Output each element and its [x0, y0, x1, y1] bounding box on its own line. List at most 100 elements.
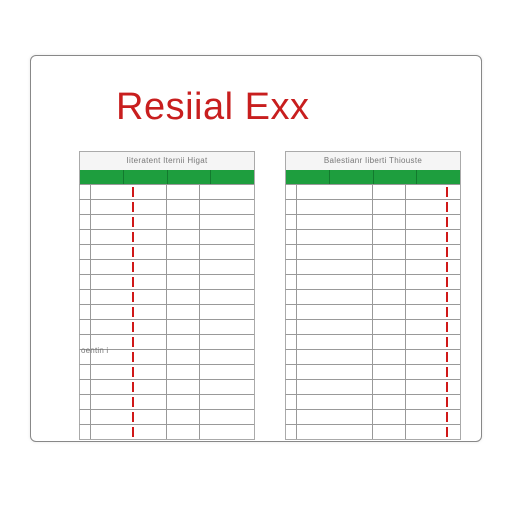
right-sheet: Balestianr Iiberti Thiouste	[285, 151, 461, 440]
row-index	[80, 275, 91, 289]
row-index	[80, 230, 91, 244]
right-rows-container	[285, 184, 460, 439]
cell	[167, 200, 200, 214]
table-row	[285, 214, 460, 229]
green-cell	[211, 170, 254, 184]
cell	[373, 185, 406, 199]
table-row	[285, 199, 460, 214]
row-index	[286, 395, 297, 409]
cell	[373, 425, 406, 439]
cell	[406, 410, 460, 424]
table-row	[285, 184, 460, 199]
row-index	[286, 425, 297, 439]
cell	[297, 215, 373, 229]
cell	[406, 230, 460, 244]
table-row	[79, 424, 254, 439]
red-marker	[446, 352, 448, 362]
row-index	[286, 350, 297, 364]
cell	[406, 185, 460, 199]
red-marker	[132, 262, 134, 272]
red-marker	[446, 367, 448, 377]
cell	[91, 305, 167, 319]
red-marker	[446, 247, 448, 257]
row-index	[286, 410, 297, 424]
green-cell	[124, 170, 168, 184]
red-marker	[132, 367, 134, 377]
cell	[406, 290, 460, 304]
cell	[373, 335, 406, 349]
red-marker	[132, 397, 134, 407]
red-marker	[132, 292, 134, 302]
table-row	[285, 319, 460, 334]
left-sheet-header: Iiteratent Iternii Higat	[79, 151, 254, 170]
row-index	[80, 395, 91, 409]
table-row	[79, 409, 254, 424]
red-marker	[446, 322, 448, 332]
row-index	[286, 275, 297, 289]
cell	[297, 245, 373, 259]
cell	[200, 395, 254, 409]
cell	[297, 395, 373, 409]
left-rows-container	[79, 184, 254, 439]
cell	[406, 245, 460, 259]
row-index	[80, 200, 91, 214]
red-marker	[446, 397, 448, 407]
red-marker	[132, 382, 134, 392]
cell	[297, 275, 373, 289]
cell	[297, 350, 373, 364]
row-index	[286, 245, 297, 259]
cell	[373, 215, 406, 229]
cell	[200, 245, 254, 259]
red-marker	[446, 277, 448, 287]
cell	[373, 200, 406, 214]
row-index	[80, 215, 91, 229]
table-row	[79, 199, 254, 214]
cell	[167, 305, 200, 319]
cell	[91, 260, 167, 274]
table-row	[285, 304, 460, 319]
table-row	[79, 364, 254, 379]
table-row	[285, 379, 460, 394]
cell	[373, 350, 406, 364]
cell	[167, 215, 200, 229]
cell	[297, 290, 373, 304]
red-marker	[132, 187, 134, 197]
cell	[373, 275, 406, 289]
cell	[200, 425, 254, 439]
cell	[200, 215, 254, 229]
green-cell	[417, 170, 460, 184]
cell	[373, 230, 406, 244]
row-index	[80, 290, 91, 304]
table-row	[79, 259, 254, 274]
row-index	[286, 365, 297, 379]
green-cell	[374, 170, 418, 184]
cell	[91, 230, 167, 244]
table-row	[79, 229, 254, 244]
cell	[297, 305, 373, 319]
row-index	[286, 260, 297, 274]
table-row	[79, 244, 254, 259]
cell	[406, 335, 460, 349]
table-row	[79, 184, 254, 199]
cell	[167, 245, 200, 259]
cell	[297, 200, 373, 214]
green-cell	[286, 170, 330, 184]
page-title: Resiial Exx	[116, 86, 309, 129]
red-marker	[446, 412, 448, 422]
cell	[91, 425, 167, 439]
cell	[373, 260, 406, 274]
row-index	[286, 320, 297, 334]
red-marker	[132, 322, 134, 332]
left-sheet: Iiteratent Iternii Higat	[79, 151, 255, 440]
cell	[297, 230, 373, 244]
cell	[200, 410, 254, 424]
cell	[297, 365, 373, 379]
cell	[167, 290, 200, 304]
table-row	[285, 334, 460, 349]
cell	[406, 305, 460, 319]
cell	[200, 185, 254, 199]
cell	[91, 185, 167, 199]
cell	[373, 320, 406, 334]
red-marker	[132, 307, 134, 317]
row-index	[80, 305, 91, 319]
